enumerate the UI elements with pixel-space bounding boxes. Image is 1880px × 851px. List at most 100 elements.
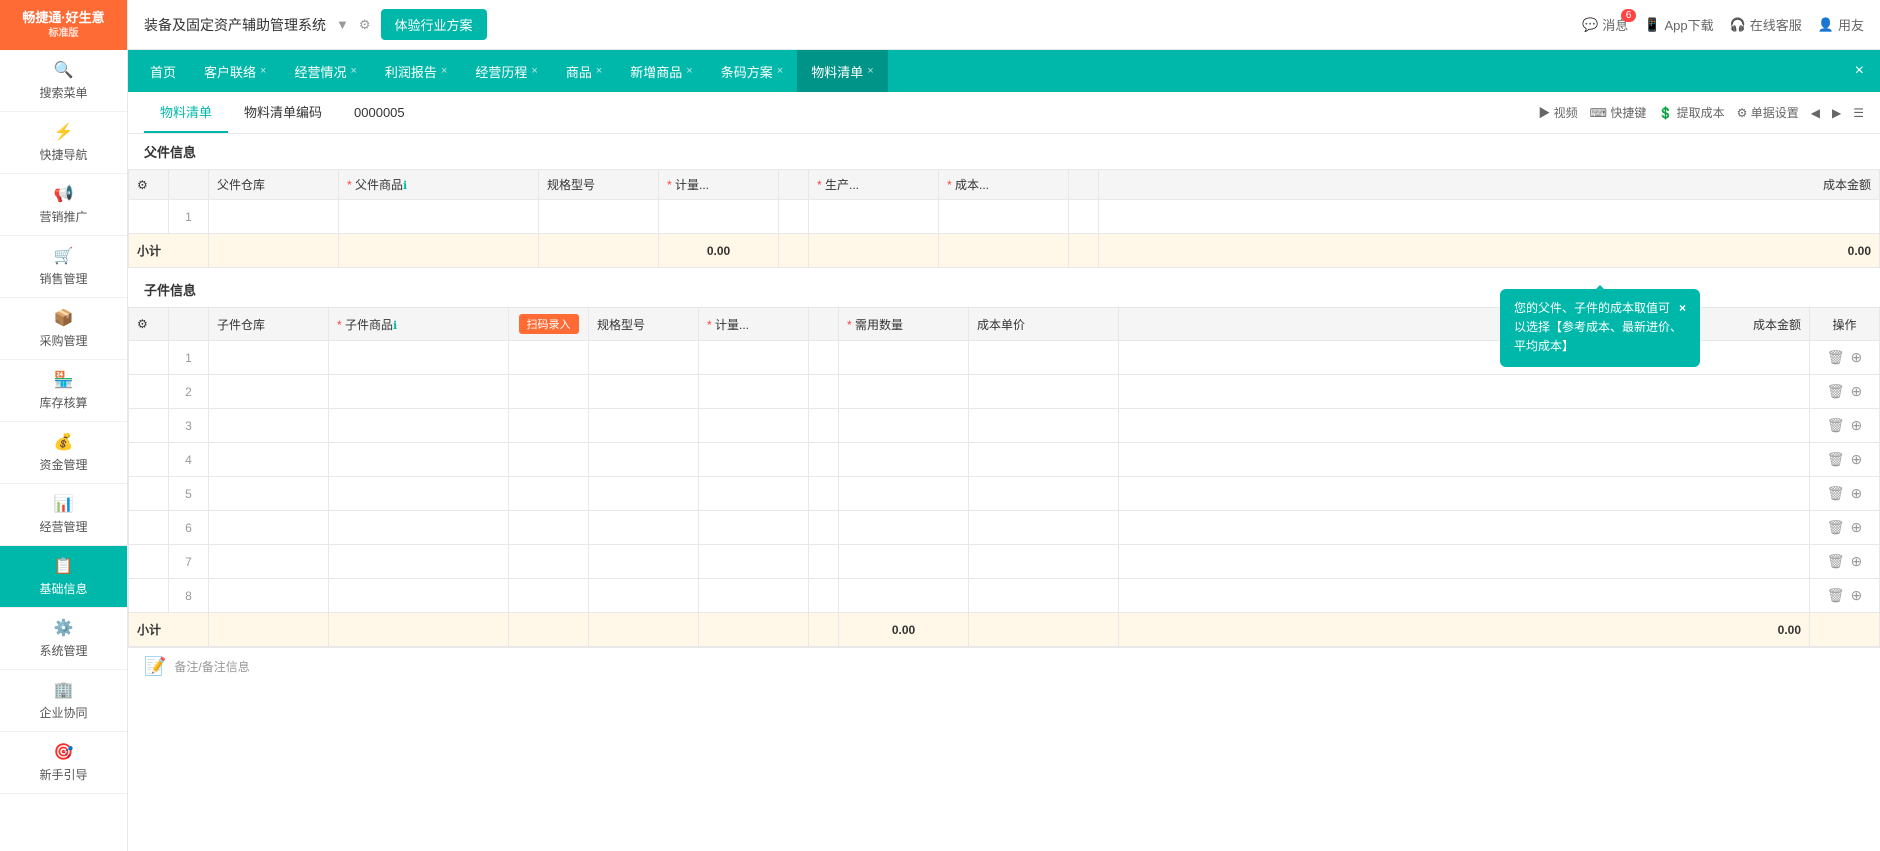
- tab-profit-close[interactable]: ×: [441, 65, 447, 77]
- scan-input-btn[interactable]: 扫码录入: [519, 314, 579, 334]
- sidebar-item-purchase[interactable]: 📦 采购管理: [0, 298, 127, 360]
- child-row7-spec[interactable]: [589, 545, 699, 579]
- child-row8-spec[interactable]: [589, 579, 699, 613]
- settings-btn[interactable]: ⚙ 单据设置: [1737, 104, 1799, 121]
- child-row8-copy-icon[interactable]: ⊕: [1851, 587, 1863, 604]
- nav-list-btn[interactable]: ☰: [1853, 106, 1864, 120]
- child-row5-warehouse[interactable]: [209, 477, 329, 511]
- child-row1-copy-icon[interactable]: ⊕: [1851, 349, 1863, 366]
- child-row7-warehouse[interactable]: [209, 545, 329, 579]
- tab-bom-close[interactable]: ×: [867, 65, 873, 77]
- sidebar-item-guide[interactable]: 🎯 新手引导: [0, 732, 127, 794]
- sidebar-item-search[interactable]: 🔍 搜索菜单: [0, 50, 127, 112]
- parent-row1-unit[interactable]: [659, 200, 779, 234]
- child-row4-product[interactable]: [329, 443, 509, 477]
- child-row8-warehouse[interactable]: [209, 579, 329, 613]
- tab-new-product[interactable]: 新增商品 ×: [616, 50, 706, 92]
- child-row6-qty[interactable]: [839, 511, 969, 545]
- sidebar-item-basic-info[interactable]: 📋 基础信息: [0, 546, 127, 608]
- child-row8-unit-cost[interactable]: [969, 579, 1119, 613]
- child-row2-spec[interactable]: [589, 375, 699, 409]
- trial-button[interactable]: 体验行业方案: [381, 9, 487, 40]
- child-row4-qty[interactable]: [839, 443, 969, 477]
- tab-home[interactable]: 首页: [136, 50, 190, 92]
- child-row1-warehouse[interactable]: [209, 341, 329, 375]
- child-row3-copy-icon[interactable]: ⊕: [1851, 417, 1863, 434]
- tab-customer-close[interactable]: ×: [260, 65, 266, 77]
- child-row4-delete-icon[interactable]: 🗑: [1827, 451, 1845, 468]
- online-support-btn[interactable]: 🎧 在线客服: [1730, 15, 1802, 34]
- child-row1-delete-icon[interactable]: 🗑: [1827, 349, 1845, 366]
- tooltip-close-btn[interactable]: ×: [1679, 299, 1686, 318]
- cost-btn[interactable]: 💲 提取成本: [1658, 104, 1724, 121]
- child-row8-unit[interactable]: [699, 579, 809, 613]
- child-row3-unit-cost[interactable]: [969, 409, 1119, 443]
- tab-operation-close[interactable]: ×: [350, 65, 356, 77]
- sidebar-item-marketing[interactable]: 📢 营销推广: [0, 174, 127, 236]
- child-row6-unit-cost[interactable]: [969, 511, 1119, 545]
- parent-row1-production[interactable]: [809, 200, 939, 234]
- parent-row1-cost[interactable]: [939, 200, 1069, 234]
- child-row2-copy-icon[interactable]: ⊕: [1851, 383, 1863, 400]
- tab-customer[interactable]: 客户联络 ×: [190, 50, 280, 92]
- child-row5-qty[interactable]: [839, 477, 969, 511]
- tab-barcode[interactable]: 条码方案 ×: [707, 50, 797, 92]
- child-row7-product[interactable]: [329, 545, 509, 579]
- child-row7-copy-icon[interactable]: ⊕: [1851, 553, 1863, 570]
- nav-prev-btn[interactable]: ◀: [1811, 106, 1820, 120]
- tab-history[interactable]: 经营历程 ×: [461, 50, 551, 92]
- child-row1-qty[interactable]: [839, 341, 969, 375]
- child-row4-unit[interactable]: [699, 443, 809, 477]
- child-row4-spec[interactable]: [589, 443, 699, 477]
- child-row2-product[interactable]: [329, 375, 509, 409]
- child-row7-delete-icon[interactable]: 🗑: [1827, 553, 1845, 570]
- parent-row1-warehouse[interactable]: [209, 200, 339, 234]
- tab-history-close[interactable]: ×: [531, 65, 537, 77]
- child-row8-delete-icon[interactable]: 🗑: [1827, 587, 1845, 604]
- child-row4-unit-cost[interactable]: [969, 443, 1119, 477]
- child-row1-product[interactable]: [329, 341, 509, 375]
- parent-row1-product[interactable]: [339, 200, 539, 234]
- child-row1-unit-cost[interactable]: [969, 341, 1119, 375]
- child-row6-copy-icon[interactable]: ⊕: [1851, 519, 1863, 536]
- tab-new-product-close[interactable]: ×: [686, 65, 692, 77]
- sidebar-item-operations[interactable]: 📊 经营管理: [0, 484, 127, 546]
- tab-product[interactable]: 商品 ×: [552, 50, 616, 92]
- child-row6-delete-icon[interactable]: 🗑: [1827, 519, 1845, 536]
- messages-btn[interactable]: 💬 消息 6: [1582, 15, 1628, 34]
- sub-tab-bom-list[interactable]: 物料清单: [144, 92, 228, 133]
- child-row7-unit-cost[interactable]: [969, 545, 1119, 579]
- sidebar-item-inventory[interactable]: 🏪 库存核算: [0, 360, 127, 422]
- settings-icon[interactable]: ⚙: [359, 17, 371, 33]
- tab-profit[interactable]: 利润报告 ×: [371, 50, 461, 92]
- child-row7-unit[interactable]: [699, 545, 809, 579]
- child-row8-qty[interactable]: [839, 579, 969, 613]
- child-row6-unit[interactable]: [699, 511, 809, 545]
- tab-product-close[interactable]: ×: [596, 65, 602, 77]
- view-btn[interactable]: ▶ 视频: [1538, 104, 1577, 121]
- child-row5-unit[interactable]: [699, 477, 809, 511]
- nav-next-btn[interactable]: ▶: [1832, 106, 1841, 120]
- child-row4-copy-icon[interactable]: ⊕: [1851, 451, 1863, 468]
- child-row3-unit[interactable]: [699, 409, 809, 443]
- child-row7-qty[interactable]: [839, 545, 969, 579]
- sidebar-item-sales[interactable]: 🛒 销售管理: [0, 236, 127, 298]
- child-row3-qty[interactable]: [839, 409, 969, 443]
- child-row5-product[interactable]: [329, 477, 509, 511]
- child-row1-unit[interactable]: [699, 341, 809, 375]
- child-row2-qty[interactable]: [839, 375, 969, 409]
- sub-tab-bom-code[interactable]: 物料清单编码: [228, 102, 338, 123]
- child-row3-warehouse[interactable]: [209, 409, 329, 443]
- sidebar-item-enterprise[interactable]: 🏢 企业协同: [0, 670, 127, 732]
- shortcut-btn[interactable]: ⌨ 快捷键: [1590, 104, 1647, 121]
- child-row2-warehouse[interactable]: [209, 375, 329, 409]
- child-row3-spec[interactable]: [589, 409, 699, 443]
- close-all-tabs[interactable]: ×: [1847, 58, 1872, 84]
- child-row5-copy-icon[interactable]: ⊕: [1851, 485, 1863, 502]
- tab-operation[interactable]: 经营情况 ×: [280, 50, 370, 92]
- child-row2-unit-cost[interactable]: [969, 375, 1119, 409]
- child-row8-product[interactable]: [329, 579, 509, 613]
- sidebar-item-system[interactable]: ⚙️ 系统管理: [0, 608, 127, 670]
- child-col-scan[interactable]: 扫码录入: [509, 308, 589, 341]
- child-row6-warehouse[interactable]: [209, 511, 329, 545]
